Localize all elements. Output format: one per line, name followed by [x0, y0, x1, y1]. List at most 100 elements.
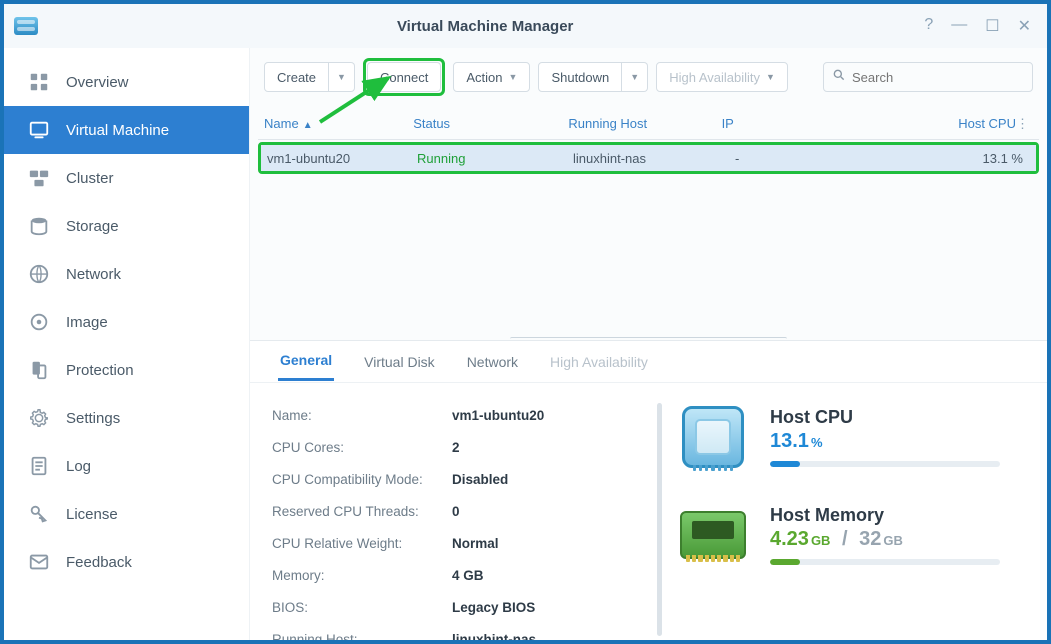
col-host-cpu[interactable]: Host CPU: [877, 116, 1016, 131]
sidebar-item-image[interactable]: Image: [4, 298, 249, 346]
cell-cpu: 13.1 %: [883, 151, 1023, 166]
toolbar: Create ▼ Connect Action▼ Shutdown ▼ High…: [250, 48, 1047, 106]
sidebar: Overview Virtual Machine Cluster Storage…: [4, 48, 250, 640]
sidebar-item-label: Cluster: [66, 170, 114, 187]
row-highlight-annotation: vm1-ubuntu20 Running linuxhint-nas - 13.…: [258, 142, 1039, 174]
connect-highlight-annotation: Connect: [363, 58, 445, 96]
kv-row: CPU Relative Weight:Normal: [272, 527, 662, 559]
tab-network[interactable]: Network: [465, 344, 520, 380]
tab-virtual-disk[interactable]: Virtual Disk: [362, 344, 437, 380]
sidebar-item-label: Storage: [66, 218, 119, 235]
storage-icon: [28, 215, 50, 237]
sidebar-item-log[interactable]: Log: [4, 442, 249, 490]
sidebar-item-label: Settings: [66, 410, 120, 427]
search-input[interactable]: [852, 70, 1028, 85]
host-cpu-label: Host CPU: [770, 407, 1000, 428]
chevron-down-icon: ▼: [630, 72, 639, 82]
gear-icon: [28, 407, 50, 429]
shutdown-dropdown-button[interactable]: ▼: [622, 62, 648, 92]
table-row[interactable]: vm1-ubuntu20 Running linuxhint-nas - 13.…: [261, 145, 1036, 171]
cell-status: Running: [417, 151, 573, 166]
sidebar-item-label: License: [66, 506, 118, 523]
host-memory-value: 4.23GB / 32GB: [770, 528, 1000, 551]
sidebar-item-protection[interactable]: Protection: [4, 346, 249, 394]
vm-table: Name▲ Status Running Host IP Host CPU ⋮ …: [258, 108, 1039, 174]
app-icon: [14, 17, 38, 35]
cell-host: linuxhint-nas: [573, 151, 727, 166]
sidebar-item-virtual-machine[interactable]: Virtual Machine: [4, 106, 249, 154]
table-header: Name▲ Status Running Host IP Host CPU ⋮: [258, 108, 1039, 140]
host-memory-stat: Host Memory 4.23GB / 32GB: [678, 503, 1025, 567]
cell-name: vm1-ubuntu20: [267, 151, 417, 166]
sidebar-item-label: Virtual Machine: [66, 122, 169, 139]
license-icon: [28, 503, 50, 525]
column-picker-button[interactable]: ⋮: [1016, 116, 1033, 132]
window-title: Virtual Machine Manager: [46, 18, 924, 35]
sort-asc-icon: ▲: [303, 120, 313, 131]
search-icon: [832, 68, 846, 87]
cluster-icon: [28, 167, 50, 189]
tab-high-availability[interactable]: High Availability: [548, 344, 650, 380]
host-cpu-value: 13.1%: [770, 430, 1000, 453]
overview-icon: [28, 71, 50, 93]
titlebar: Virtual Machine Manager ? — ☐ ✕: [4, 4, 1047, 48]
search-box[interactable]: [823, 62, 1033, 92]
col-ip[interactable]: IP: [722, 116, 877, 131]
host-stats: Host CPU 13.1% Host Memory 4.23GB: [678, 399, 1025, 640]
col-name[interactable]: Name▲: [264, 116, 413, 131]
network-icon: [28, 263, 50, 285]
sidebar-item-label: Feedback: [66, 554, 132, 571]
app-window: Virtual Machine Manager ? — ☐ ✕ Overview…: [0, 0, 1051, 644]
log-icon: [28, 455, 50, 477]
sidebar-item-label: Overview: [66, 74, 129, 91]
main-panel: Create ▼ Connect Action▼ Shutdown ▼ High…: [250, 48, 1047, 640]
kv-row: Name:vm1-ubuntu20: [272, 399, 662, 431]
general-properties: Name:vm1-ubuntu20 CPU Cores:2 CPU Compat…: [272, 399, 662, 640]
col-running-host[interactable]: Running Host: [568, 116, 721, 131]
sidebar-item-license[interactable]: License: [4, 490, 249, 538]
host-cpu-bar: [770, 461, 1000, 467]
help-button[interactable]: ?: [924, 16, 933, 36]
image-icon: [28, 311, 50, 333]
minimize-button[interactable]: —: [951, 16, 967, 36]
create-button-group: Create ▼: [264, 62, 355, 92]
high-availability-button[interactable]: High Availability▼: [656, 62, 788, 92]
close-button[interactable]: ✕: [1018, 16, 1031, 36]
maximize-button[interactable]: ☐: [985, 16, 999, 36]
vm-icon: [28, 119, 50, 141]
col-status[interactable]: Status: [413, 116, 568, 131]
shutdown-button[interactable]: Shutdown: [538, 62, 622, 92]
create-button[interactable]: Create: [264, 62, 329, 92]
sidebar-item-network[interactable]: Network: [4, 250, 249, 298]
create-dropdown-button[interactable]: ▼: [329, 62, 355, 92]
sidebar-item-overview[interactable]: Overview: [4, 58, 249, 106]
chevron-down-icon: ▼: [766, 72, 775, 82]
protection-icon: [28, 359, 50, 381]
action-button[interactable]: Action▼: [453, 62, 530, 92]
tab-general[interactable]: General: [278, 342, 334, 381]
sidebar-item-feedback[interactable]: Feedback: [4, 538, 249, 586]
host-memory-bar: [770, 559, 1000, 565]
host-cpu-stat: Host CPU 13.1%: [678, 405, 1025, 469]
chevron-down-icon: ▼: [509, 72, 518, 82]
feedback-icon: [28, 551, 50, 573]
memory-icon: [678, 503, 748, 567]
sidebar-item-storage[interactable]: Storage: [4, 202, 249, 250]
detail-panel: General Virtual Disk Network High Availa…: [250, 340, 1047, 640]
kv-row: Memory:4 GB: [272, 559, 662, 591]
cpu-icon: [678, 405, 748, 469]
chevron-down-icon: ▼: [337, 72, 346, 82]
shutdown-button-group: Shutdown ▼: [538, 62, 648, 92]
sidebar-item-label: Log: [66, 458, 91, 475]
connect-button[interactable]: Connect: [367, 62, 441, 92]
sidebar-item-label: Image: [66, 314, 108, 331]
kv-row: Running Host:linuxhint-nas: [272, 623, 662, 640]
kv-row: CPU Cores:2: [272, 431, 662, 463]
kv-row: BIOS:Legacy BIOS: [272, 591, 662, 623]
host-memory-label: Host Memory: [770, 505, 1000, 526]
window-controls: ? — ☐ ✕: [924, 16, 1037, 36]
kv-row: CPU Compatibility Mode:Disabled: [272, 463, 662, 495]
sidebar-item-label: Protection: [66, 362, 134, 379]
sidebar-item-cluster[interactable]: Cluster: [4, 154, 249, 202]
sidebar-item-settings[interactable]: Settings: [4, 394, 249, 442]
